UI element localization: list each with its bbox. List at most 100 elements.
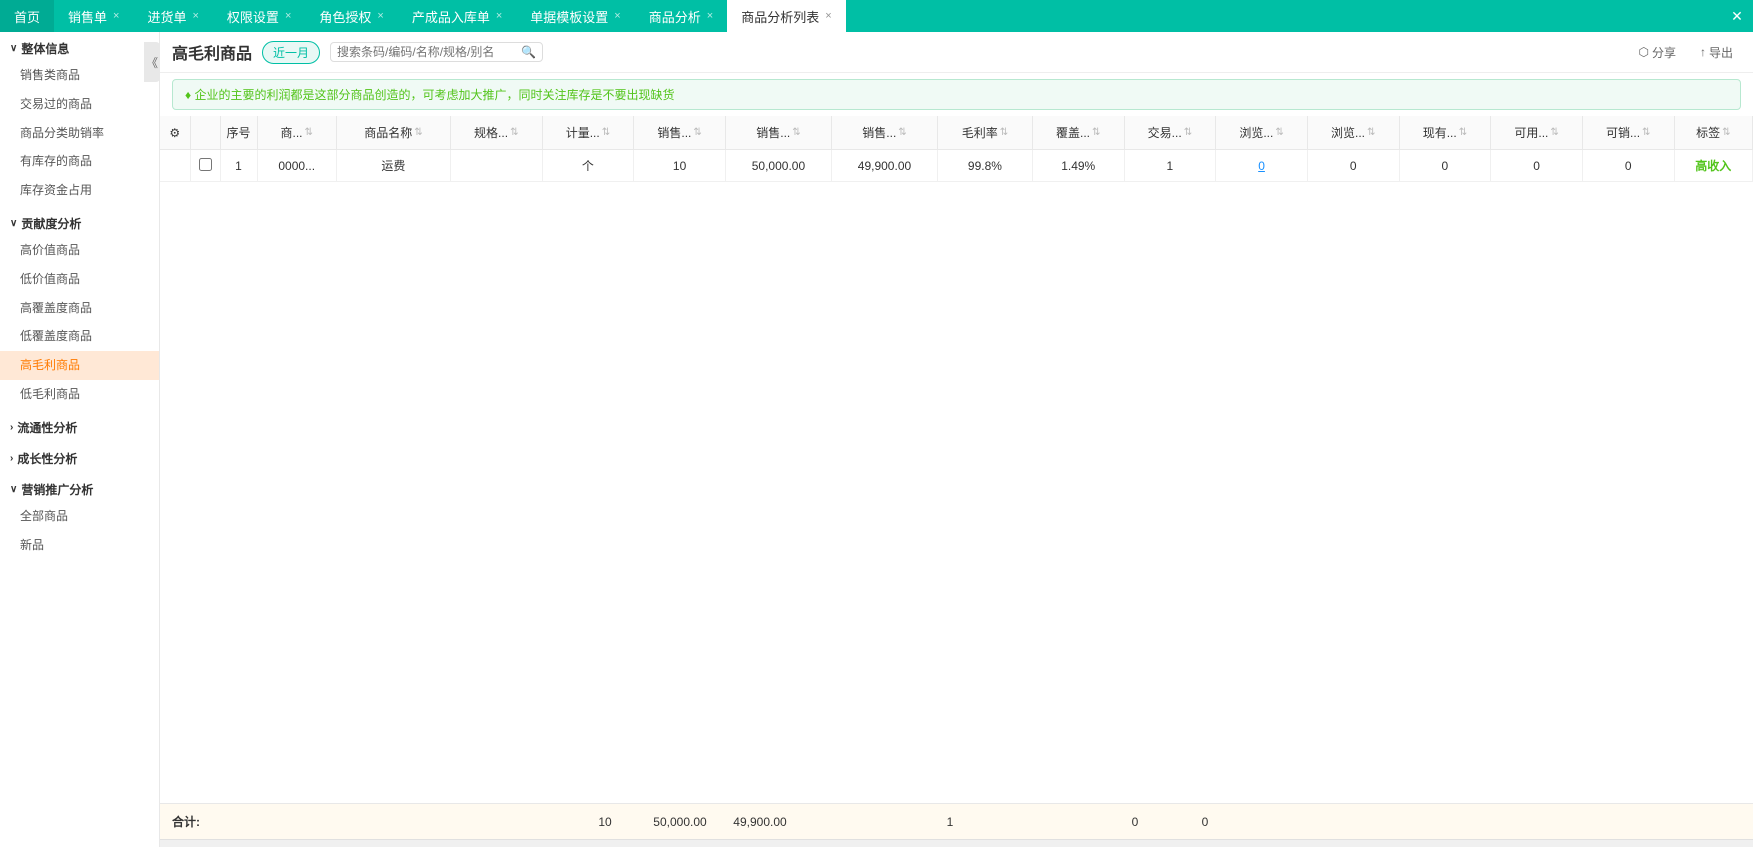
nav-item-角色授权[interactable]: 角色授权× (305, 0, 397, 32)
nav-close-icon[interactable]: × (377, 10, 383, 22)
cell-currentStock: 0 (1399, 150, 1491, 182)
column-header-name[interactable]: 商品名称⇅ (336, 116, 450, 150)
share-label: 分享 (1652, 44, 1676, 61)
column-header-availableStock[interactable]: 可用...⇅ (1491, 116, 1583, 150)
bottom-scrollbar[interactable] (160, 839, 1753, 847)
sort-icon: ⇅ (898, 127, 906, 138)
column-header-settings: ⚙ (160, 116, 190, 150)
cell-views2: 0 (1307, 150, 1399, 182)
column-header-views1[interactable]: 浏览...⇅ (1216, 116, 1308, 150)
sidebar-group: ∨整体信息销售类商品交易过的商品商品分类助销率有库存的商品库存资金占用 (0, 32, 159, 205)
sidebar-item[interactable]: 交易过的商品 (0, 90, 159, 119)
sidebar-item[interactable]: 高价值商品 (0, 236, 159, 265)
info-banner: ♦ 企业的主要的利润都是这部分商品创造的，可考虑加大推广，同时关注库存是不要出现… (172, 79, 1741, 110)
sidebar-group-title[interactable]: ›成长性分析 (0, 442, 159, 471)
sidebar: 《 ∨整体信息销售类商品交易过的商品商品分类助销率有库存的商品库存资金占用∨贡献… (0, 32, 160, 847)
sidebar-group-title[interactable]: ›流通性分析 (0, 411, 159, 440)
cell-checkbox (190, 150, 220, 182)
cell-salesAmount: 50,000.00 (725, 150, 831, 182)
sidebar-item[interactable]: 低毛利商品 (0, 380, 159, 409)
column-header-salesAmount[interactable]: 销售...⇅ (725, 116, 831, 150)
sidebar-item[interactable]: 库存资金占用 (0, 176, 159, 205)
sidebar-collapse-button[interactable]: 《 (144, 42, 160, 82)
cell-tradeDays: 1 (1124, 150, 1216, 182)
sidebar-group-title[interactable]: ∨营销推广分析 (0, 473, 159, 502)
row-checkbox[interactable] (199, 158, 212, 171)
column-header-unit[interactable]: 计量...⇅ (542, 116, 634, 150)
column-header-code[interactable]: 商...⇅ (257, 116, 336, 150)
footer-cell (520, 815, 570, 829)
chevron-down-icon: ∨ (10, 484, 17, 495)
chevron-down-icon: ∨ (10, 218, 17, 229)
export-button[interactable]: ↑ 导出 (1692, 41, 1741, 64)
nav-close-icon[interactable]: × (496, 10, 502, 22)
nav-close-icon[interactable]: × (285, 10, 291, 22)
column-header-views2[interactable]: 浏览...⇅ (1307, 116, 1399, 150)
nav-item-单据模板设置[interactable]: 单据模板设置× (516, 0, 634, 32)
sidebar-item[interactable]: 新品 (0, 531, 159, 560)
search-icon[interactable]: 🔍 (521, 45, 536, 59)
sort-icon: ⇅ (1722, 127, 1730, 138)
close-all-button[interactable]: ✕ (1721, 0, 1753, 32)
sort-icon: ⇅ (414, 127, 422, 138)
sidebar-item[interactable]: 商品分类助销率 (0, 119, 159, 148)
column-header-spec[interactable]: 规格...⇅ (450, 116, 542, 150)
table-container[interactable]: ⚙序号商...⇅商品名称⇅规格...⇅计量...⇅销售...⇅销售...⇅销售.… (160, 116, 1753, 803)
search-input[interactable] (337, 45, 517, 59)
cell-code: 0000... (257, 150, 336, 182)
footer-cell (290, 815, 320, 829)
table-footer: 合计: 1050,000.0049,900.00100 (160, 803, 1753, 839)
sidebar-group-title[interactable]: ∨整体信息 (0, 32, 159, 61)
nav-item-进货单[interactable]: 进货单× (133, 0, 212, 32)
column-header-tradeDays[interactable]: 交易...⇅ (1124, 116, 1216, 150)
nav-item-权限设置[interactable]: 权限设置× (213, 0, 305, 32)
cell-no: 1 (220, 150, 257, 182)
share-button[interactable]: ⬡ 分享 (1630, 41, 1684, 64)
column-header-currentStock[interactable]: 现有...⇅ (1399, 116, 1491, 150)
column-header-tag[interactable]: 标签⇅ (1674, 116, 1752, 150)
nav-close-icon[interactable]: × (113, 10, 119, 22)
collapse-icon: 《 (146, 54, 158, 71)
sidebar-group-label: 成长性分析 (17, 450, 77, 467)
nav-item-首页[interactable]: 首页 (0, 0, 54, 32)
sidebar-item[interactable]: 销售类商品 (0, 61, 159, 90)
data-table: ⚙序号商...⇅商品名称⇅规格...⇅计量...⇅销售...⇅销售...⇅销售.… (160, 116, 1753, 182)
footer-cell: 49,900.00 (720, 815, 800, 829)
column-header-coverage[interactable]: 覆盖...⇅ (1032, 116, 1124, 150)
sort-icon: ⇅ (1275, 127, 1283, 138)
column-header-checkbox (190, 116, 220, 150)
nav-item-商品分析[interactable]: 商品分析× (635, 0, 727, 32)
column-header-no: 序号 (220, 116, 257, 150)
nav-close-icon[interactable]: × (614, 10, 620, 22)
column-header-grossMargin[interactable]: 毛利率⇅ (938, 116, 1033, 150)
export-icon: ↑ (1700, 45, 1706, 59)
nav-item-产成品入库单[interactable]: 产成品入库单× (398, 0, 516, 32)
sidebar-group-label: 流通性分析 (17, 419, 77, 436)
nav-close-icon[interactable]: × (707, 10, 713, 22)
sidebar-item[interactable]: 全部商品 (0, 502, 159, 531)
nav-close-icon[interactable]: × (825, 10, 831, 22)
footer-cell (380, 815, 460, 829)
sidebar-item[interactable]: 低价值商品 (0, 265, 159, 294)
sort-icon: ⇅ (1184, 127, 1192, 138)
table-row: 10000...运费个1050,000.0049,900.0099.8%1.49… (160, 150, 1753, 182)
column-header-salesProfit[interactable]: 销售...⇅ (831, 116, 937, 150)
sidebar-item[interactable]: 高覆盖度商品 (0, 294, 159, 323)
cell-unit: 个 (542, 150, 634, 182)
footer-cell (460, 815, 520, 829)
filter-recent-month-button[interactable]: 近一月 (262, 41, 320, 64)
sidebar-item[interactable]: 高毛利商品 (0, 351, 159, 380)
nav-item-销售单[interactable]: 销售单× (54, 0, 133, 32)
column-header-salesQty[interactable]: 销售...⇅ (634, 116, 726, 150)
views-link[interactable]: 0 (1258, 159, 1265, 173)
nav-close-icon[interactable]: × (192, 10, 198, 22)
cell-grossMargin: 99.8% (938, 150, 1033, 182)
sidebar-item[interactable]: 有库存的商品 (0, 147, 159, 176)
nav-item-商品分析列表[interactable]: 商品分析列表× (727, 0, 845, 32)
footer-cell: 0 (1100, 815, 1170, 829)
sidebar-group: ›流通性分析 (0, 411, 159, 440)
column-header-saleableStock[interactable]: 可销...⇅ (1582, 116, 1674, 150)
sidebar-item[interactable]: 低覆盖度商品 (0, 322, 159, 351)
sidebar-group-title[interactable]: ∨贡献度分析 (0, 207, 159, 236)
chevron-down-icon: ∨ (10, 43, 17, 54)
